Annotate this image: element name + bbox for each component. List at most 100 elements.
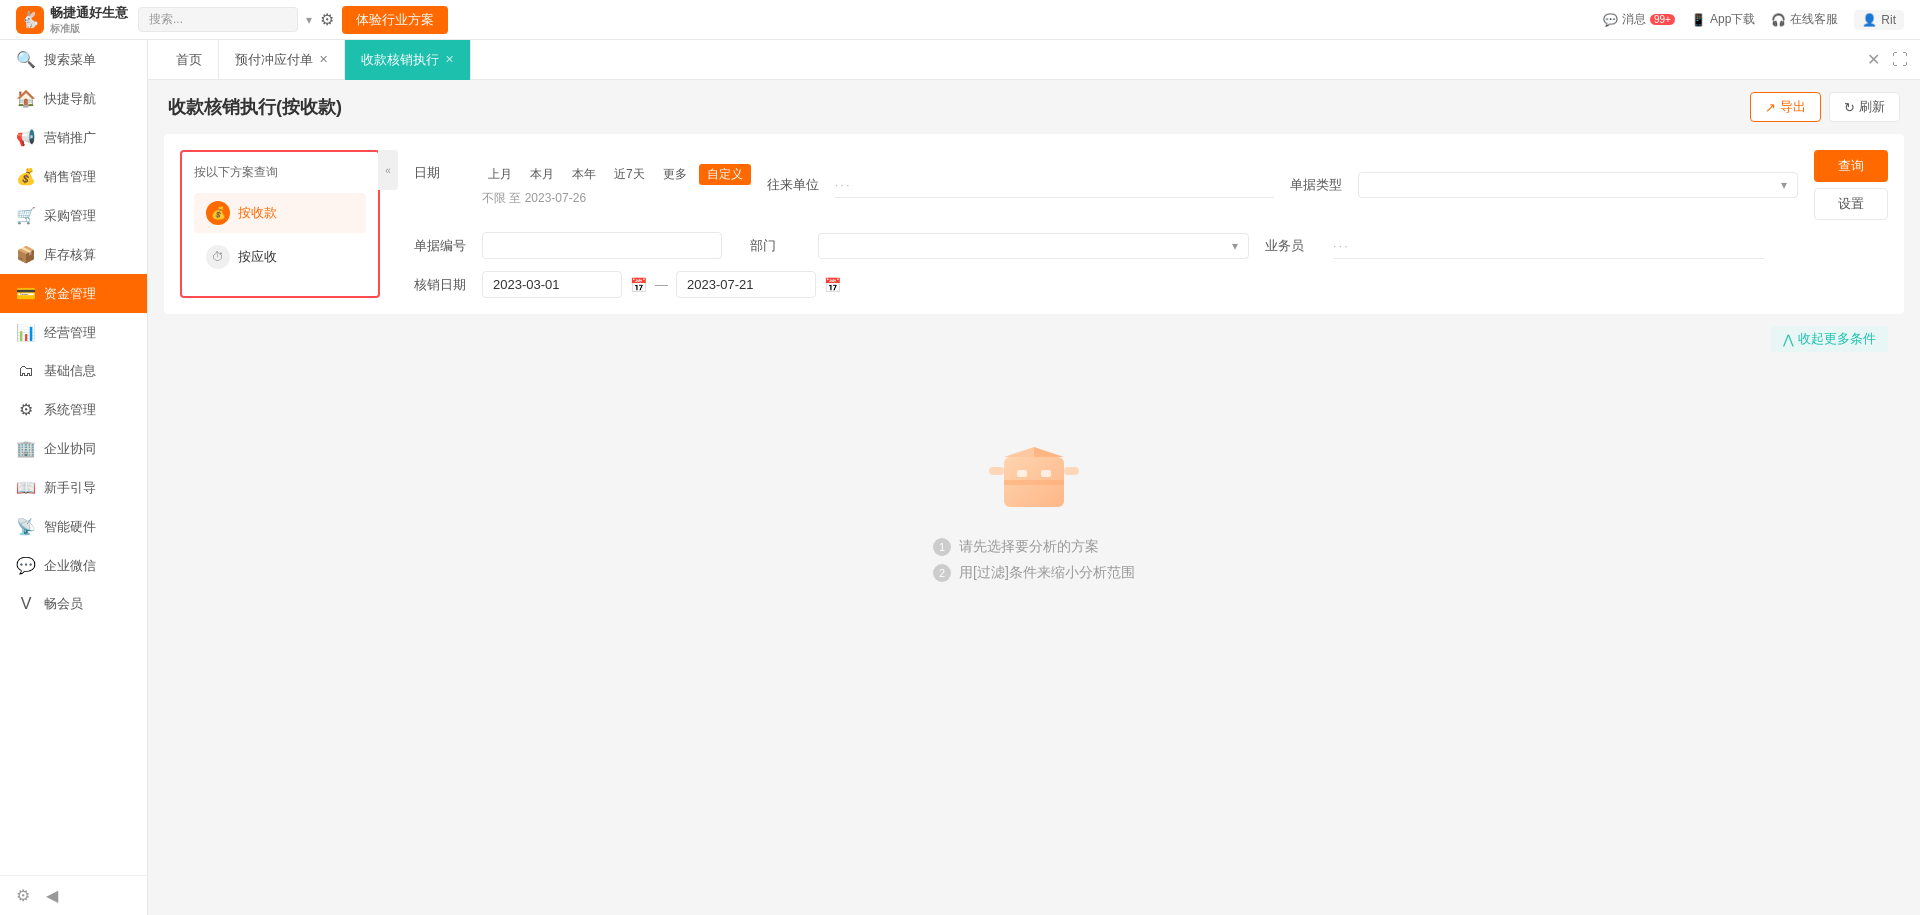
filter-collapse-btn[interactable]: « bbox=[378, 150, 398, 190]
form-row-1: 日期 上月 本月 本年 近7天 更多 自定义 bbox=[414, 150, 1888, 220]
filter-by-receipt[interactable]: 💰 按收款 bbox=[194, 193, 366, 233]
receipt-option-icon: 💰 bbox=[206, 201, 230, 225]
dept-field: 部门 ▾ bbox=[750, 233, 1249, 259]
more-conditions-bar: ⋀ 收起更多条件 bbox=[164, 326, 1904, 352]
app-download-btn[interactable]: 📱 App下载 bbox=[1691, 11, 1755, 28]
finance-icon: 💳 bbox=[16, 284, 36, 303]
sidebar-item-inventory[interactable]: 📦 库存核算 bbox=[0, 235, 147, 274]
date-chip-last-month[interactable]: 上月 bbox=[482, 164, 518, 185]
verify-date-field: 核销日期 📅 — 📅 bbox=[414, 271, 841, 298]
online-service-btn[interactable]: 🎧 在线客服 bbox=[1771, 11, 1838, 28]
tip-num-2: 2 bbox=[933, 564, 951, 582]
marketing-icon: 📢 bbox=[16, 128, 36, 147]
dept-select[interactable]: ▾ bbox=[818, 233, 1249, 259]
receipt-option-label: 按收款 bbox=[238, 204, 277, 222]
message-btn[interactable]: 💬 消息 99+ bbox=[1603, 11, 1675, 28]
verify-date-start-cal-icon[interactable]: 📅 bbox=[630, 277, 647, 293]
date-options-wrapper: 上月 本月 本年 近7天 更多 自定义 不限 bbox=[482, 164, 751, 207]
more-conditions-btn[interactable]: ⋀ 收起更多条件 bbox=[1771, 326, 1888, 352]
tab-prepay-offset[interactable]: 预付冲应付单 ✕ bbox=[219, 40, 345, 80]
topbar-right: 💬 消息 99+ 📱 App下载 🎧 在线客服 👤 Rit bbox=[1603, 10, 1904, 30]
doctype-label: 单据类型 bbox=[1290, 176, 1350, 194]
export-icon: ↗ bbox=[1765, 100, 1776, 115]
main-content: 按以下方案查询 💰 按收款 ⏱ 按应收 « bbox=[148, 122, 1920, 915]
svg-rect-4 bbox=[1041, 470, 1051, 477]
sidebar-item-management[interactable]: 📊 经营管理 bbox=[0, 313, 147, 352]
refresh-icon: ↻ bbox=[1844, 100, 1855, 115]
verify-date-end-input[interactable] bbox=[676, 271, 816, 298]
dept-label: 部门 bbox=[750, 237, 810, 255]
sidebar-item-finance[interactable]: 💳 资金管理 bbox=[0, 274, 147, 313]
close-tab-icon[interactable]: ✕ bbox=[1867, 50, 1880, 69]
tab-receive-close-icon[interactable]: ✕ bbox=[445, 53, 454, 66]
sidebar-item-system[interactable]: ⚙ 系统管理 bbox=[0, 390, 147, 429]
date-chip-custom[interactable]: 自定义 bbox=[699, 164, 751, 185]
docno-field: 单据编号 bbox=[414, 232, 734, 259]
doctype-select[interactable]: ▾ bbox=[1358, 172, 1798, 198]
industry-btn[interactable]: 体验行业方案 bbox=[342, 6, 448, 34]
sidebar-collapse-icon[interactable]: ◀ bbox=[46, 886, 58, 905]
sidebar-item-quick-nav[interactable]: 🏠 快捷导航 bbox=[0, 79, 147, 118]
sidebar-settings-icon[interactable]: ⚙ bbox=[16, 886, 30, 905]
sidebar-label-basic-info: 基础信息 bbox=[44, 362, 96, 380]
date-chip-more[interactable]: 更多 bbox=[657, 164, 693, 185]
svg-rect-3 bbox=[1017, 470, 1027, 477]
sidebar-item-sales[interactable]: 💰 销售管理 bbox=[0, 157, 147, 196]
svg-marker-1 bbox=[1004, 447, 1034, 457]
sidebar-item-basic-info[interactable]: 🗂 基础信息 bbox=[0, 352, 147, 390]
date-chip-7days[interactable]: 近7天 bbox=[608, 164, 651, 185]
member-icon: V bbox=[16, 595, 36, 613]
sidebar-label-search-menu: 搜索菜单 bbox=[44, 51, 96, 69]
sidebar-item-enterprise[interactable]: 🏢 企业协同 bbox=[0, 429, 147, 468]
expand-icon[interactable]: ⛶ bbox=[1892, 51, 1908, 69]
tab-receive-offset[interactable]: 收款核销执行 ✕ bbox=[345, 40, 471, 80]
verify-date-start-input[interactable] bbox=[482, 271, 622, 298]
page-header: 收款核销执行(按收款) ↗ 导出 ↻ 刷新 bbox=[148, 80, 1920, 122]
topbar-gear-icon[interactable]: ⚙ bbox=[320, 10, 334, 29]
docno-input[interactable] bbox=[482, 232, 722, 259]
tab-prepay-close-icon[interactable]: ✕ bbox=[319, 53, 328, 66]
guide-icon: 📖 bbox=[16, 478, 36, 497]
settings-btn[interactable]: 设置 bbox=[1814, 188, 1888, 220]
export-btn[interactable]: ↗ 导出 bbox=[1750, 92, 1821, 122]
dept-arrow-icon: ▾ bbox=[1232, 239, 1238, 253]
doctype-arrow-icon: ▾ bbox=[1781, 178, 1787, 192]
tab-home[interactable]: 首页 bbox=[160, 40, 219, 80]
message-label: 消息 bbox=[1622, 11, 1646, 28]
verify-date-end-cal-icon[interactable]: 📅 bbox=[824, 277, 841, 293]
sidebar-item-purchase[interactable]: 🛒 采购管理 bbox=[0, 196, 147, 235]
counterpart-input[interactable]: ··· bbox=[835, 172, 1275, 198]
sidebar-item-guide[interactable]: 📖 新手引导 bbox=[0, 468, 147, 507]
export-label: 导出 bbox=[1780, 98, 1806, 116]
sidebar-label-system: 系统管理 bbox=[44, 401, 96, 419]
staff-input[interactable]: ··· bbox=[1333, 233, 1764, 259]
content-area: 首页 预付冲应付单 ✕ 收款核销执行 ✕ ✕ ⛶ 收款核销执行(按收款) bbox=[148, 40, 1920, 915]
more-conditions-label: 收起更多条件 bbox=[1798, 330, 1876, 348]
query-btn[interactable]: 查询 bbox=[1814, 150, 1888, 182]
collapse-icon: ⋀ bbox=[1783, 332, 1794, 347]
receivable-option-label: 按应收 bbox=[238, 248, 277, 266]
topbar-chevron-icon[interactable]: ▾ bbox=[306, 13, 312, 27]
filter-by-receivable[interactable]: ⏱ 按应收 bbox=[194, 237, 366, 277]
main-layout: 🔍 搜索菜单 🏠 快捷导航 📢 营销推广 💰 销售管理 🛒 采购管理 📦 库存核… bbox=[0, 40, 1920, 915]
date-sep: — bbox=[655, 277, 668, 292]
filter-sidebar-wrapper: 按以下方案查询 💰 按收款 ⏱ 按应收 « bbox=[180, 150, 398, 298]
page-title: 收款核销执行(按收款) bbox=[168, 95, 342, 119]
date-chip-this-year[interactable]: 本年 bbox=[566, 164, 602, 185]
sidebar-item-search-menu[interactable]: 🔍 搜索菜单 bbox=[0, 40, 147, 79]
sidebar-item-marketing[interactable]: 📢 营销推广 bbox=[0, 118, 147, 157]
topbar-search[interactable]: 搜索... bbox=[138, 7, 298, 32]
verify-date-label: 核销日期 bbox=[414, 276, 474, 294]
sidebar-label-hardware: 智能硬件 bbox=[44, 518, 96, 536]
sidebar-item-hardware[interactable]: 📡 智能硬件 bbox=[0, 507, 147, 546]
empty-tip-2: 2 用[过滤]条件来缩小分析范围 bbox=[933, 564, 1135, 582]
date-chip-this-month[interactable]: 本月 bbox=[524, 164, 560, 185]
sidebar-item-wechat[interactable]: 💬 企业微信 bbox=[0, 546, 147, 585]
sidebar-label-guide: 新手引导 bbox=[44, 479, 96, 497]
sidebar-item-member[interactable]: V 畅会员 bbox=[0, 585, 147, 623]
enterprise-icon: 🏢 bbox=[16, 439, 36, 458]
management-icon: 📊 bbox=[16, 323, 36, 342]
sidebar-label-purchase: 采购管理 bbox=[44, 207, 96, 225]
user-menu[interactable]: 👤 Rit bbox=[1854, 10, 1904, 30]
refresh-btn[interactable]: ↻ 刷新 bbox=[1829, 92, 1900, 122]
